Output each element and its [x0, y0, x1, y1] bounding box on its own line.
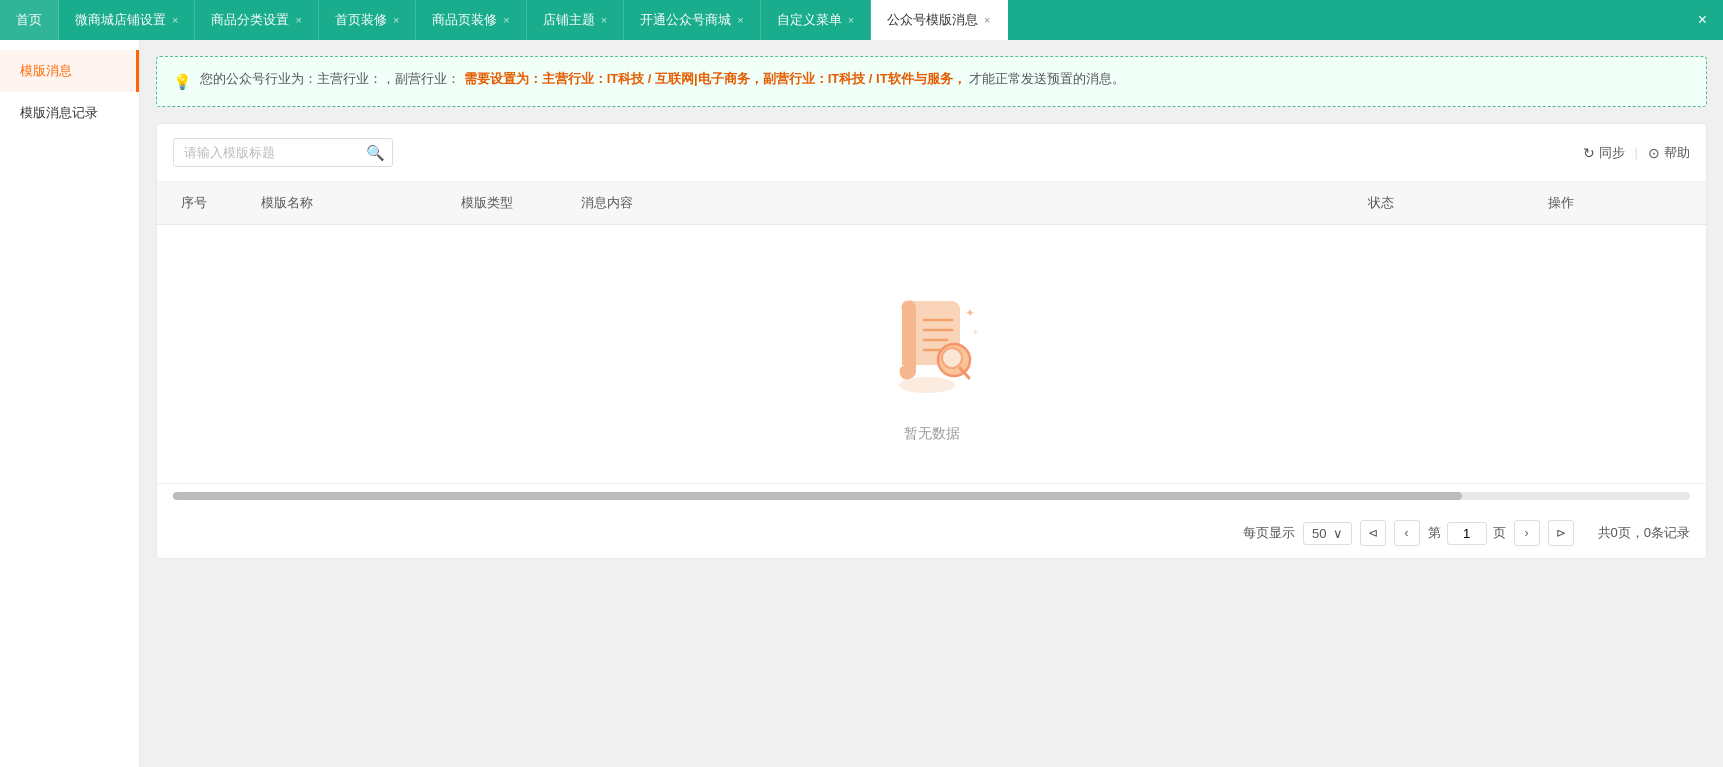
notice-prefix: 您的公众号行业为：主营行业：，副营行业： — [200, 71, 460, 86]
col-content: 消息内容 — [573, 182, 1360, 224]
global-close-button[interactable]: × — [1682, 11, 1723, 29]
notice-suffix: 才能正常发送预置的消息。 — [969, 71, 1125, 86]
page-input-wrap: 第 页 — [1428, 522, 1506, 545]
pagination: 每页显示 50 ∨ ⊲ ‹ 第 页 › — [157, 508, 1706, 558]
search-button[interactable]: 🔍 — [366, 144, 385, 162]
nav-tab-shop-theme[interactable]: 店铺主题 × — [527, 0, 624, 40]
scrollbar-area — [157, 483, 1706, 508]
svg-point-0 — [899, 377, 955, 393]
svg-text:✦: ✦ — [972, 328, 979, 337]
search-bar: 🔍 ↻ 同步 | ⊙ 帮助 — [157, 124, 1706, 182]
close-tab-product-category[interactable]: × — [295, 14, 301, 26]
prev-page-button[interactable]: ‹ — [1394, 520, 1420, 546]
search-input-wrap: 🔍 — [173, 138, 393, 167]
prev-page-icon: ‹ — [1405, 526, 1409, 540]
main-layout: 模版消息 模版消息记录 💡 您的公众号行业为：主营行业：，副营行业： 需要设置为… — [0, 40, 1723, 767]
search-icon: 🔍 — [366, 144, 385, 161]
page-number-input[interactable] — [1447, 522, 1487, 545]
total-info: 共0页，0条记录 — [1598, 524, 1690, 542]
nav-tab-product-category[interactable]: 商品分类设置 × — [195, 0, 318, 40]
page-size-label: 每页显示 — [1243, 524, 1295, 542]
close-tab-home-decor[interactable]: × — [393, 14, 399, 26]
help-button[interactable]: ⊙ 帮助 — [1648, 144, 1690, 162]
sync-help-area: ↻ 同步 | ⊙ 帮助 — [1583, 144, 1690, 162]
scrollbar-track[interactable] — [173, 492, 1690, 500]
nav-tab-wechat-shop[interactable]: 微商城店铺设置 × — [59, 0, 195, 40]
empty-illustration: ✦ ✦ — [872, 285, 992, 405]
svg-text:✦: ✦ — [965, 306, 975, 320]
close-tab-shop-theme[interactable]: × — [601, 14, 607, 26]
close-tab-open-shop[interactable]: × — [737, 14, 743, 26]
empty-text: 暂无数据 — [904, 425, 960, 443]
empty-state: ✦ ✦ 暂无数据 — [157, 225, 1706, 483]
search-input[interactable] — [173, 138, 393, 167]
help-icon: ⊙ — [1648, 145, 1660, 161]
chevron-down-icon: ∨ — [1333, 526, 1343, 541]
last-page-button[interactable]: ⊳ — [1548, 520, 1574, 546]
nav-tab-product-decor[interactable]: 商品页装修 × — [416, 0, 526, 40]
nav-tab-custom-menu[interactable]: 自定义菜单 × — [761, 0, 871, 40]
page-label: 第 — [1428, 524, 1441, 542]
first-page-icon: ⊲ — [1368, 526, 1378, 540]
nav-tab-home-decor[interactable]: 首页装修 × — [319, 0, 416, 40]
page-size-select[interactable]: 50 ∨ — [1303, 522, 1351, 545]
close-tab-template-msg[interactable]: × — [984, 14, 990, 26]
content-area: 💡 您的公众号行业为：主营行业：，副营行业： 需要设置为：主营行业：IT科技 /… — [140, 40, 1723, 767]
pipe-divider: | — [1635, 145, 1638, 160]
sidebar-item-template-record[interactable]: 模版消息记录 — [0, 92, 139, 134]
table-header: 序号 模版名称 模版类型 消息内容 状态 操作 — [157, 182, 1706, 225]
col-action: 操作 — [1540, 182, 1690, 224]
col-type: 模版类型 — [453, 182, 573, 224]
sidebar-item-template-msg[interactable]: 模版消息 — [0, 50, 139, 92]
close-tab-wechat-shop[interactable]: × — [172, 14, 178, 26]
next-page-button[interactable]: › — [1514, 520, 1540, 546]
first-page-button[interactable]: ⊲ — [1360, 520, 1386, 546]
col-index: 序号 — [173, 182, 253, 224]
sync-button[interactable]: ↻ 同步 — [1583, 144, 1625, 162]
notice-banner: 💡 您的公众号行业为：主营行业：，副营行业： 需要设置为：主营行业：IT科技 /… — [156, 56, 1707, 107]
last-page-icon: ⊳ — [1556, 526, 1566, 540]
sync-icon: ↻ — [1583, 145, 1595, 161]
scrollbar-thumb — [173, 492, 1462, 500]
col-status: 状态 — [1360, 182, 1540, 224]
next-page-icon: › — [1525, 526, 1529, 540]
nav-tab-open-shop[interactable]: 开通公众号商城 × — [624, 0, 760, 40]
nav-tab-template-msg[interactable]: 公众号模版消息 × — [871, 0, 1007, 40]
nav-tab-home[interactable]: 首页 — [0, 0, 59, 40]
close-tab-product-decor[interactable]: × — [503, 14, 509, 26]
sidebar: 模版消息 模版消息记录 — [0, 40, 140, 767]
col-name: 模版名称 — [253, 182, 453, 224]
svg-point-6 — [942, 348, 962, 368]
main-card: 🔍 ↻ 同步 | ⊙ 帮助 序号 — [156, 123, 1707, 559]
close-tab-custom-menu[interactable]: × — [848, 14, 854, 26]
page-unit: 页 — [1493, 524, 1506, 542]
notice-highlight: 需要设置为：主营行业：IT科技 / 互联网|电子商务，副营行业：IT科技 / I… — [464, 71, 966, 86]
notice-icon: 💡 — [173, 70, 192, 94]
top-nav: 首页 微商城店铺设置 × 商品分类设置 × 首页装修 × 商品页装修 × 店铺主… — [0, 0, 1723, 40]
